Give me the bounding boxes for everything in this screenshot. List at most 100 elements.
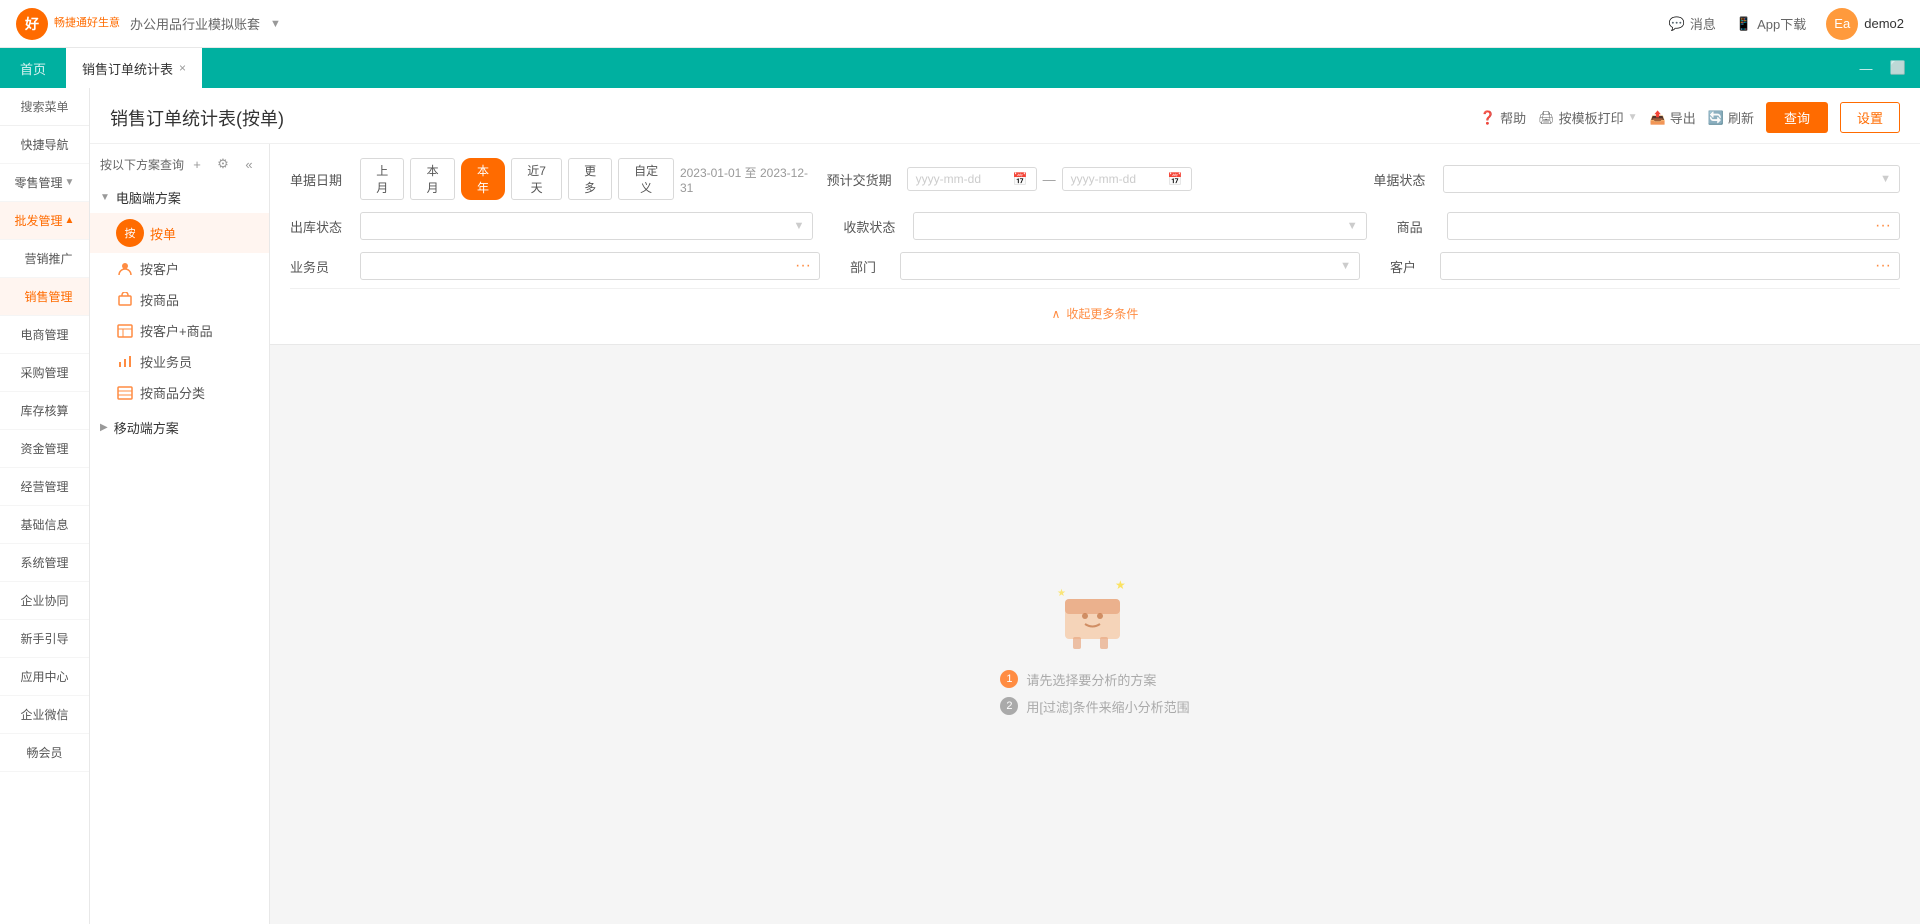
department-label: 部门	[850, 257, 890, 276]
scheme-header: 按以下方案查询 + ⚙ «	[90, 154, 269, 182]
sidebar-item-wholesale[interactable]: 批发管理 ▲	[0, 202, 89, 240]
tip-num-2: 2	[1000, 697, 1018, 715]
date-btn-this-month[interactable]: 本月	[410, 158, 454, 200]
scheme-settings-btn[interactable]: ⚙	[213, 154, 233, 174]
expected-date-input-group: yyyy-mm-dd 📅 — yyyy-mm-dd 📅	[907, 167, 1364, 191]
collapse-icon: ∧	[1052, 307, 1061, 321]
date-btn-more[interactable]: 更多	[568, 158, 612, 200]
delivery-arrow: ▼	[793, 220, 804, 232]
date-filter-group: 上月 本月 本年 近7天 更多 自定义 2023-01-01 至 2023-12…	[360, 158, 817, 200]
empty-icon: ★ ★	[1045, 554, 1145, 654]
payment-status-select[interactable]: ▼	[913, 212, 1366, 240]
query-btn[interactable]: 查询	[1766, 102, 1828, 133]
sidebar-item-sales[interactable]: 销售管理	[0, 278, 89, 316]
sidebar-item-app[interactable]: 应用中心	[0, 658, 89, 696]
scheme-group-pc: ▼ 电脑端方案 按 按单 按客户	[90, 182, 269, 408]
customer-dots[interactable]: ···	[1875, 257, 1891, 275]
scheme-item-by-customer-goods[interactable]: 按客户+商品	[90, 315, 269, 346]
sidebar-item-finance[interactable]: 资金管理	[0, 430, 89, 468]
calendar-icon-end: 📅	[1168, 172, 1183, 186]
svg-text:★: ★	[1057, 588, 1066, 599]
sidebar-item-purchase[interactable]: 采购管理	[0, 354, 89, 392]
sidebar-item-system[interactable]: 系统管理	[0, 544, 89, 582]
goods-dots[interactable]: ···	[1875, 217, 1891, 235]
sidebar-item-wechat[interactable]: 企业微信	[0, 696, 89, 734]
collapse-label: 收起更多条件	[1066, 305, 1138, 322]
sidebar-item-member[interactable]: 畅会员	[0, 734, 89, 772]
sidebar-item-quick-nav[interactable]: 快捷导航	[0, 126, 89, 164]
settings-btn[interactable]: 设置	[1840, 102, 1900, 133]
date-btn-7days[interactable]: 近7天	[511, 158, 562, 200]
user-avatar: Ea	[1826, 8, 1858, 40]
refresh-btn[interactable]: 🔄 刷新	[1708, 108, 1754, 127]
message-action[interactable]: 💬 消息	[1669, 14, 1716, 33]
sidebar-item-guide[interactable]: 新手引导	[0, 620, 89, 658]
scheme-collapse-btn[interactable]: «	[239, 154, 259, 174]
customer-select[interactable]: ···	[1440, 252, 1900, 280]
sidebar-search[interactable]: 搜索菜单	[0, 88, 89, 126]
date-btn-custom[interactable]: 自定义	[618, 158, 674, 200]
sidebar-quick-nav-label: 快捷导航	[20, 136, 68, 153]
date-btn-this-year[interactable]: 本年	[461, 158, 505, 200]
scheme-group-pc-header[interactable]: ▼ 电脑端方案	[90, 182, 269, 213]
sidebar-item-retail[interactable]: 零售管理 ▼	[0, 164, 89, 202]
doc-status-select[interactable]: ▼	[1443, 165, 1900, 193]
sidebar-item-corp[interactable]: 企业协同	[0, 582, 89, 620]
expected-date-start[interactable]: yyyy-mm-dd 📅	[907, 167, 1037, 191]
sidebar-item-marketing[interactable]: 营销推广	[0, 240, 89, 278]
print-dropdown-icon: ▼	[1628, 112, 1638, 123]
user-area[interactable]: Ea demo2	[1826, 8, 1904, 40]
top-bar-left: 好 畅捷通好生意 办公用品行业模拟账套 ▼	[16, 8, 281, 40]
sidebar-sales-label: 销售管理	[24, 288, 72, 305]
scheme-item-by-customer[interactable]: 按客户	[90, 253, 269, 284]
sidebar-item-operation[interactable]: 经营管理	[0, 468, 89, 506]
print-btn[interactable]: 🖨 按模板打印 ▼	[1538, 108, 1637, 127]
logo-area: 好 畅捷通好生意	[16, 8, 120, 40]
salesperson-dots[interactable]: ···	[795, 257, 811, 275]
sidebar-ecommerce-label: 电商管理	[20, 326, 68, 343]
sidebar-item-ecommerce[interactable]: 电商管理	[0, 316, 89, 354]
tab-close-btn[interactable]: ×	[179, 61, 186, 75]
scheme-item-by-category[interactable]: 按商品分类	[90, 377, 269, 408]
goods-select[interactable]: ···	[1447, 212, 1900, 240]
sidebar-item-inventory[interactable]: 库存核算	[0, 392, 89, 430]
salesperson-select[interactable]: ···	[360, 252, 820, 280]
customer-label: 客户	[1390, 257, 1430, 276]
department-select[interactable]: ▼	[900, 252, 1360, 280]
help-btn[interactable]: ❓ 帮助	[1480, 108, 1526, 127]
expected-date-end[interactable]: yyyy-mm-dd 📅	[1062, 167, 1192, 191]
app-dropdown-arrow[interactable]: ▼	[270, 18, 281, 30]
sidebar-system-label: 系统管理	[20, 554, 68, 571]
scheme-item-by-salesperson[interactable]: 按业务员	[90, 346, 269, 377]
tab-minimize-btn[interactable]: —	[1852, 54, 1880, 82]
body-area: 按以下方案查询 + ⚙ « ▼ 电脑端方案 按	[90, 144, 1920, 924]
tab-maximize-btn[interactable]: ⬜	[1884, 54, 1912, 82]
collapse-btn[interactable]: ∧ 收起更多条件	[290, 297, 1900, 330]
download-icon: 📱	[1736, 16, 1752, 32]
delivery-status-select[interactable]: ▼	[360, 212, 813, 240]
scheme-icon-salesperson	[116, 353, 134, 371]
logo-icon: 好	[16, 8, 48, 40]
date-btn-last-month[interactable]: 上月	[360, 158, 404, 200]
sidebar-basic-label: 基础信息	[20, 516, 68, 533]
app-download-action[interactable]: 📱 App下载	[1736, 14, 1806, 33]
sidebar-item-basic[interactable]: 基础信息	[0, 506, 89, 544]
tab-active[interactable]: 销售订单统计表 ×	[66, 48, 202, 88]
tip-text-1: 请先选择要分析的方案	[1026, 670, 1156, 689]
sidebar-app-label: 应用中心	[20, 668, 68, 685]
sidebar-operation-label: 经营管理	[20, 478, 68, 495]
pc-group-arrow: ▼	[100, 192, 110, 203]
app-title: 办公用品行业模拟账套	[130, 14, 260, 33]
pc-group-label: 电脑端方案	[116, 188, 181, 207]
scheme-group-mobile-header[interactable]: ▶ 移动端方案	[90, 412, 269, 443]
page-actions: ❓ 帮助 🖨 按模板打印 ▼ 📤 导出 🔄 刷新 查询 设置	[1480, 102, 1900, 133]
scheme-add-btn[interactable]: +	[187, 154, 207, 174]
tab-home[interactable]: 首页	[0, 48, 66, 88]
date-separator: —	[1043, 172, 1056, 187]
export-label: 导出	[1670, 108, 1696, 127]
export-btn[interactable]: 📤 导出	[1650, 108, 1696, 127]
scheme-item-by-goods[interactable]: 按商品	[90, 284, 269, 315]
scheme-item-by-order[interactable]: 按 按单	[90, 213, 269, 253]
app-download-label: App下载	[1757, 14, 1806, 33]
sidebar-retail-label: 零售管理	[15, 174, 63, 191]
